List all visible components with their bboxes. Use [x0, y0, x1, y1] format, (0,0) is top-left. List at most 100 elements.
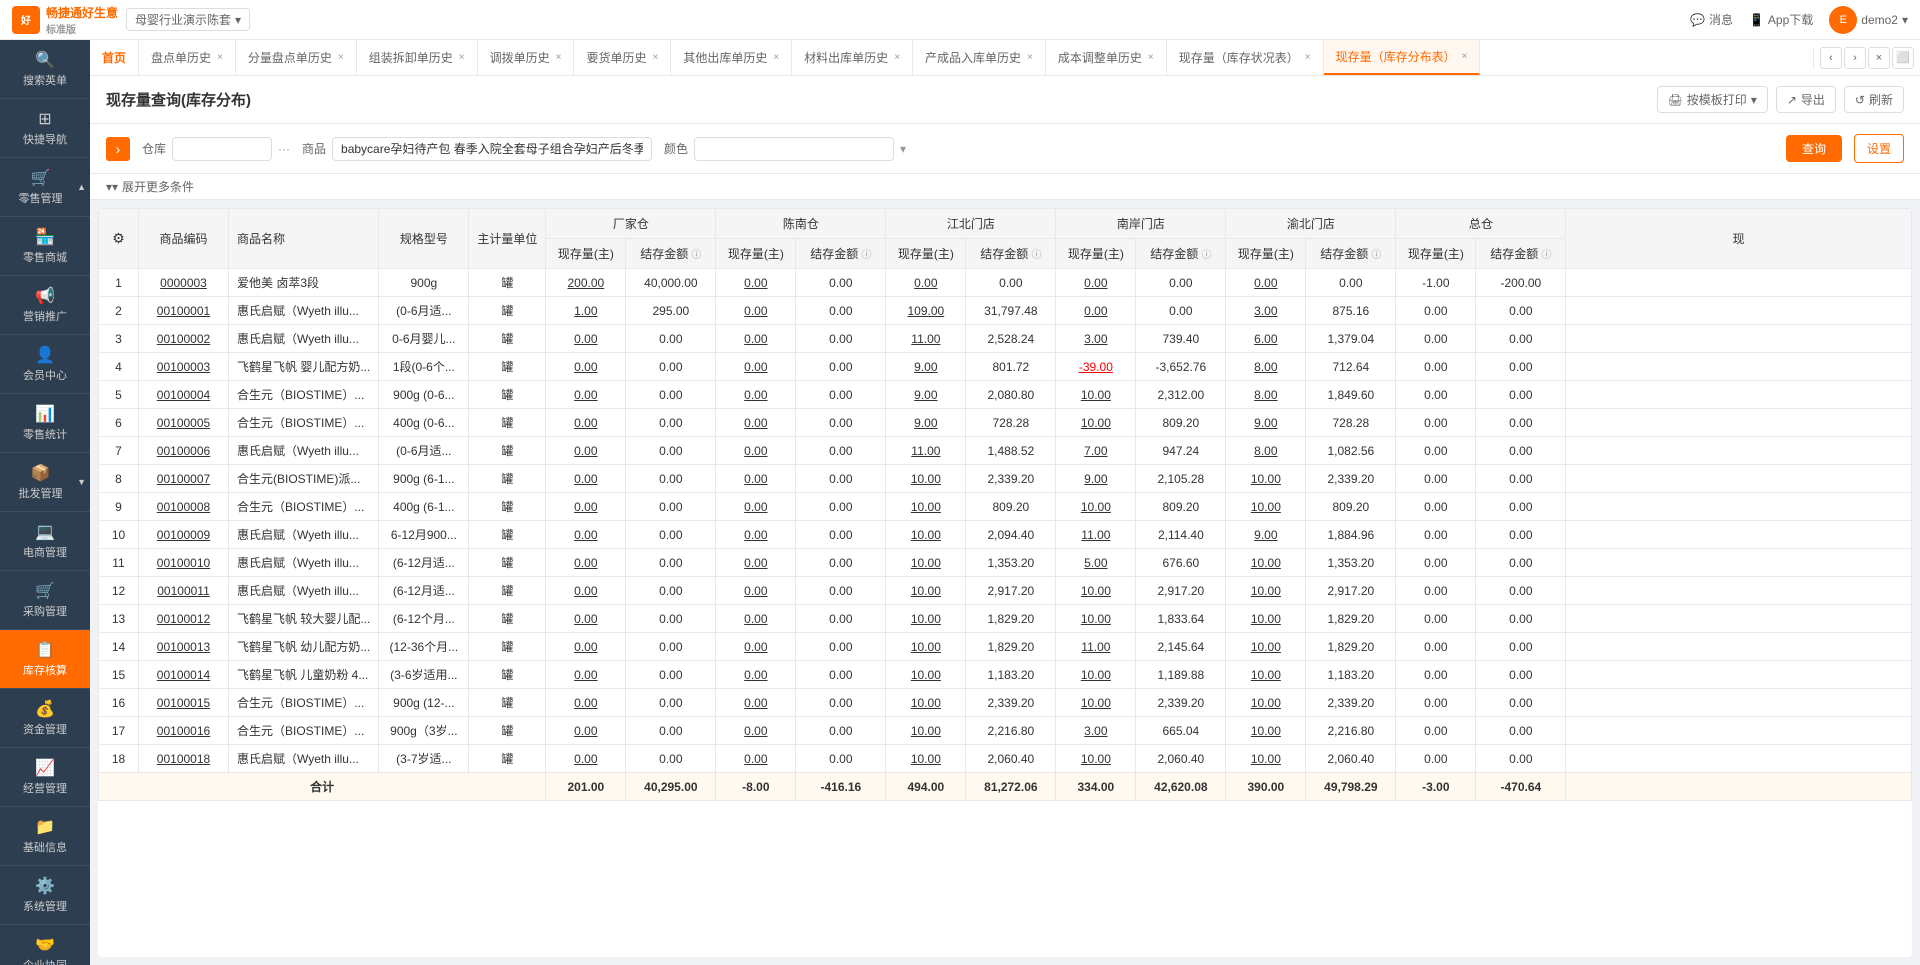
stock-link[interactable]: 10.00: [1081, 500, 1111, 514]
sidebar-item-ecommerce[interactable]: 💻 电商管理: [0, 512, 90, 571]
stock-link[interactable]: 0.00: [574, 640, 597, 654]
stock-link[interactable]: 3.00: [1084, 724, 1107, 738]
stock-link[interactable]: 8.00: [1254, 388, 1277, 402]
sidebar-item-wholesale[interactable]: 📦 批发管理 ▼: [0, 453, 90, 512]
table-area[interactable]: ⚙ 商品编码 商品名称 规格型号 主计量单位 厂家仓 陈南仓 江北门店 南岸门店…: [98, 208, 1912, 957]
info-icon[interactable]: ⓘ: [692, 250, 702, 261]
warehouse-input[interactable]: [172, 137, 272, 161]
code-link[interactable]: 00100007: [157, 472, 210, 486]
stock-link[interactable]: 10.00: [1081, 612, 1111, 626]
stock-link[interactable]: 10.00: [1081, 584, 1111, 598]
close-icon[interactable]: ×: [1027, 52, 1033, 63]
close-icon[interactable]: ×: [556, 52, 562, 63]
tab-split-inventory[interactable]: 分量盘点单历史 ×: [236, 40, 357, 75]
stock-link[interactable]: 10.00: [911, 640, 941, 654]
stock-link[interactable]: 0.00: [914, 276, 937, 290]
stock-link[interactable]: 0.00: [744, 612, 767, 626]
sidebar-item-operations[interactable]: 📈 经营管理: [0, 748, 90, 807]
tab-purchase-order[interactable]: 要货单历史 ×: [574, 40, 671, 75]
stock-link[interactable]: 8.00: [1254, 444, 1277, 458]
message-btn[interactable]: 💬 消息: [1690, 11, 1733, 28]
stock-link[interactable]: 1.00: [574, 304, 597, 318]
stock-link[interactable]: 10.00: [911, 752, 941, 766]
sidebar-item-finance[interactable]: 💰 资金管理: [0, 689, 90, 748]
tab-material-out[interactable]: 材料出库单历史 ×: [792, 40, 913, 75]
stock-link[interactable]: 10.00: [911, 528, 941, 542]
sidebar-item-retail-shop[interactable]: 🏪 零售商城: [0, 217, 90, 276]
close-icon[interactable]: ×: [652, 52, 658, 63]
query-btn[interactable]: 查询: [1786, 135, 1842, 162]
close-icon[interactable]: ×: [1148, 52, 1154, 63]
stock-link[interactable]: 10.00: [911, 500, 941, 514]
sidebar-item-marketing[interactable]: 📢 营销推广: [0, 276, 90, 335]
stock-link[interactable]: 10.00: [1081, 752, 1111, 766]
stock-link[interactable]: 10.00: [911, 696, 941, 710]
sidebar-item-purchase[interactable]: 🛒 采购管理: [0, 571, 90, 630]
stock-link[interactable]: 0.00: [744, 304, 767, 318]
stock-link[interactable]: 9.00: [1084, 472, 1107, 486]
stock-link[interactable]: 0.00: [744, 668, 767, 682]
stock-link[interactable]: 3.00: [1254, 304, 1277, 318]
expand-conditions-btn[interactable]: ▾▾ 展开更多条件: [106, 178, 194, 195]
stock-link[interactable]: 10.00: [911, 612, 941, 626]
nav-expand-btn[interactable]: ⬜: [1892, 47, 1914, 69]
info-icon[interactable]: ⓘ: [1032, 250, 1042, 261]
stock-link[interactable]: 3.00: [1084, 332, 1107, 346]
stock-link[interactable]: 10.00: [1251, 556, 1281, 570]
stock-link[interactable]: 10.00: [1081, 388, 1111, 402]
stock-link[interactable]: 6.00: [1254, 332, 1277, 346]
stock-link[interactable]: 0.00: [744, 724, 767, 738]
stock-link[interactable]: 0.00: [744, 388, 767, 402]
print-btn[interactable]: 🖨 按模板打印 ▾: [1657, 86, 1768, 113]
stock-link[interactable]: 10.00: [1081, 696, 1111, 710]
stock-link[interactable]: 0.00: [744, 528, 767, 542]
code-link[interactable]: 00100005: [157, 416, 210, 430]
code-link[interactable]: 00100016: [157, 724, 210, 738]
sidebar-item-nav[interactable]: ⊞ 快捷导航: [0, 99, 90, 158]
stock-link[interactable]: 10.00: [1081, 668, 1111, 682]
stock-link[interactable]: 11.00: [1081, 640, 1110, 654]
code-link[interactable]: 00100012: [157, 612, 210, 626]
info-icon[interactable]: ⓘ: [1202, 250, 1212, 261]
tab-inventory[interactable]: 盘点单历史 ×: [139, 40, 236, 75]
stock-link[interactable]: 10.00: [911, 584, 941, 598]
stock-link[interactable]: 0.00: [574, 360, 597, 374]
stock-link[interactable]: 0.00: [574, 668, 597, 682]
stock-link[interactable]: 0.00: [744, 332, 767, 346]
tab-cost-adjust[interactable]: 成本调整单历史 ×: [1046, 40, 1167, 75]
code-link[interactable]: 00100010: [157, 556, 210, 570]
nav-next-btn[interactable]: ›: [1844, 47, 1866, 69]
stock-link[interactable]: 11.00: [911, 444, 940, 458]
stock-link[interactable]: 0.00: [574, 556, 597, 570]
stock-link[interactable]: 7.00: [1084, 444, 1107, 458]
stock-link[interactable]: 0.00: [574, 332, 597, 346]
stock-link[interactable]: 0.00: [574, 724, 597, 738]
tab-stock-dist[interactable]: 现存量（库存分布表） ×: [1324, 40, 1481, 75]
tab-other-out[interactable]: 其他出库单历史 ×: [671, 40, 792, 75]
code-link[interactable]: 00100014: [157, 668, 210, 682]
stock-link[interactable]: 0.00: [744, 416, 767, 430]
info-icon[interactable]: ⓘ: [1372, 250, 1382, 261]
code-link[interactable]: 00100003: [157, 360, 210, 374]
stock-link[interactable]: 0.00: [574, 416, 597, 430]
code-link[interactable]: 00100008: [157, 500, 210, 514]
tab-home[interactable]: 首页: [90, 40, 139, 75]
code-link[interactable]: 00100011: [157, 584, 210, 598]
sidebar-item-search[interactable]: 🔍 搜索英单: [0, 40, 90, 99]
stock-link[interactable]: 0.00: [744, 500, 767, 514]
sidebar-item-inventory[interactable]: 📋 库存核算: [0, 630, 90, 689]
expand-search-btn[interactable]: ›: [106, 137, 130, 161]
code-link[interactable]: 00100013: [157, 640, 210, 654]
setting-btn[interactable]: 设置: [1854, 134, 1904, 163]
stock-link[interactable]: 10.00: [911, 724, 941, 738]
stock-link[interactable]: 0.00: [574, 752, 597, 766]
stock-link[interactable]: 0.00: [744, 752, 767, 766]
stock-link[interactable]: 9.00: [1254, 528, 1277, 542]
stock-link[interactable]: -39.00: [1079, 360, 1113, 374]
user-menu[interactable]: E demo2 ▾: [1829, 6, 1908, 34]
stock-link[interactable]: 0.00: [574, 444, 597, 458]
stock-link[interactable]: 0.00: [744, 276, 767, 290]
stock-link[interactable]: 11.00: [1081, 528, 1110, 542]
stock-link[interactable]: 11.00: [911, 332, 940, 346]
stock-link[interactable]: 9.00: [914, 416, 937, 430]
